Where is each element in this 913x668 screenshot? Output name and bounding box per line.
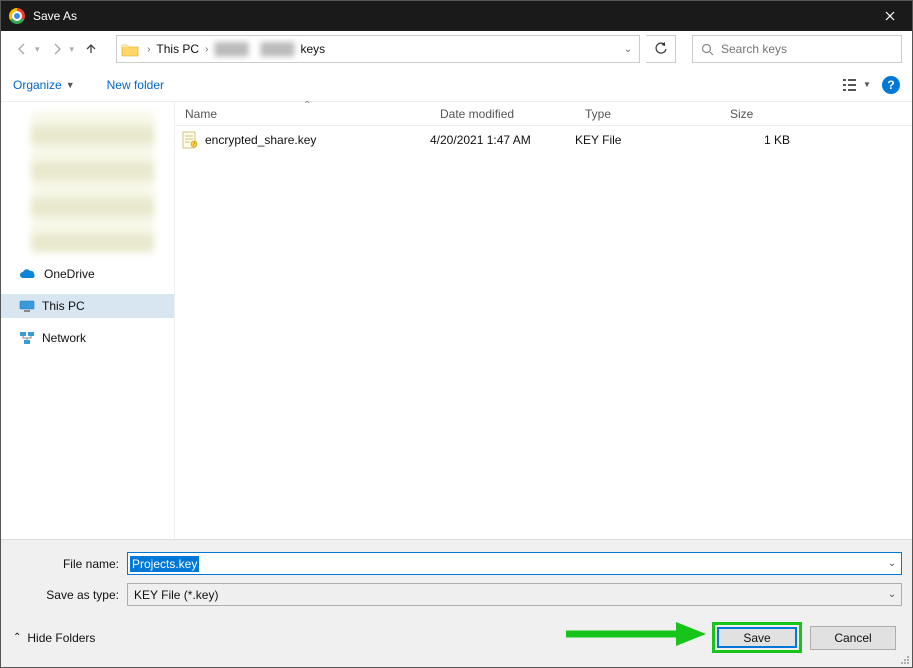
breadcrumb-hidden[interactable]: ████ [258,42,296,56]
filename-label: File name: [11,557,127,571]
search-input[interactable] [721,36,901,62]
up-button[interactable] [80,38,102,60]
keyfile-icon [181,131,199,149]
search-box[interactable] [692,35,902,63]
filename-value: Projects.key [130,556,199,572]
network-icon [19,331,35,345]
chrome-icon [9,8,25,24]
back-history-dropdown[interactable]: ▾ [35,44,40,55]
forward-button[interactable] [46,38,68,60]
sidebar-item-label: OneDrive [44,267,95,281]
column-header-size[interactable]: Size [720,107,800,121]
sidebar-item-thispc[interactable]: This PC [1,294,174,318]
file-name: encrypted_share.key [205,133,316,147]
breadcrumb-thispc[interactable]: This PC [154,42,201,56]
breadcrumb-folder[interactable]: keys [296,42,617,56]
savetype-value: KEY File (*.key) [128,588,883,602]
column-header-date[interactable]: Date modified [430,107,575,121]
file-row[interactable]: encrypted_share.key 4/20/2021 1:47 AM KE… [175,126,912,154]
sidebar-item-onedrive[interactable]: OneDrive [1,262,174,286]
thispc-icon [19,300,35,312]
file-type: KEY File [575,133,720,147]
back-button[interactable] [11,38,33,60]
refresh-button[interactable] [646,35,676,63]
sidebar-item-network[interactable]: Network [1,326,174,350]
file-date: 4/20/2021 1:47 AM [430,133,575,147]
sort-indicator-icon: ⌃ [303,100,311,111]
organize-label: Organize [13,78,62,92]
organize-button[interactable]: Organize ▼ [13,78,75,92]
column-header-row: ⌃ Name Date modified Type Size [175,102,912,126]
forward-history-dropdown[interactable]: ▾ [70,44,75,55]
chevron-up-icon: ⌃ [13,632,21,643]
chevron-down-icon: ▼ [863,80,871,89]
breadcrumb-dropdown[interactable]: ⌄ [617,44,639,55]
column-header-type[interactable]: Type [575,107,720,121]
folder-icon [121,42,139,57]
save-highlight-annotation: Save [712,622,802,653]
cancel-button[interactable]: Cancel [810,626,896,650]
breadcrumb-bar[interactable]: › This PC › ████ ████ keys ⌄ [116,35,640,63]
chevron-down-icon: ⌄ [883,584,901,605]
close-button[interactable] [867,1,912,31]
title-bar: Save As [1,1,912,31]
savetype-dropdown[interactable]: KEY File (*.key) ⌄ [127,583,902,606]
filename-history-dropdown[interactable]: ⌄ [883,553,901,574]
onedrive-icon [19,268,37,280]
save-button[interactable]: Save [717,627,797,648]
sidebar-item-label: This PC [42,299,85,313]
file-list: ⌃ Name Date modified Type Size encrypted… [174,102,912,539]
hide-folders-button[interactable]: ⌃ Hide Folders [13,631,95,645]
nav-row: ▾ ▾ › This PC › ████ ████ keys ⌄ [1,31,912,68]
file-size: 1 KB [720,133,800,147]
chevron-down-icon: ▼ [66,80,75,90]
toolbar: Organize ▼ New folder ▼ ? [1,68,912,102]
view-options-button[interactable]: ▼ [842,74,872,96]
breadcrumb-hidden[interactable]: ████ [212,42,250,56]
filename-field[interactable]: Projects.key ⌄ [127,552,902,575]
breadcrumb-sep: › [201,44,212,55]
search-icon [693,43,721,56]
savetype-label: Save as type: [11,588,127,602]
sidebar: OneDrive This PC Network [1,102,174,539]
sidebar-quickaccess-blurred [31,112,154,252]
resize-grip-icon[interactable] [898,653,910,665]
new-folder-button[interactable]: New folder [107,78,164,92]
window-title: Save As [33,9,867,23]
sidebar-item-label: Network [42,331,86,345]
help-button[interactable]: ? [882,76,900,94]
hide-folders-label: Hide Folders [27,631,95,645]
breadcrumb-sep: › [143,44,154,55]
bottom-panel: File name: Projects.key ⌄ Save as type: … [1,539,912,667]
